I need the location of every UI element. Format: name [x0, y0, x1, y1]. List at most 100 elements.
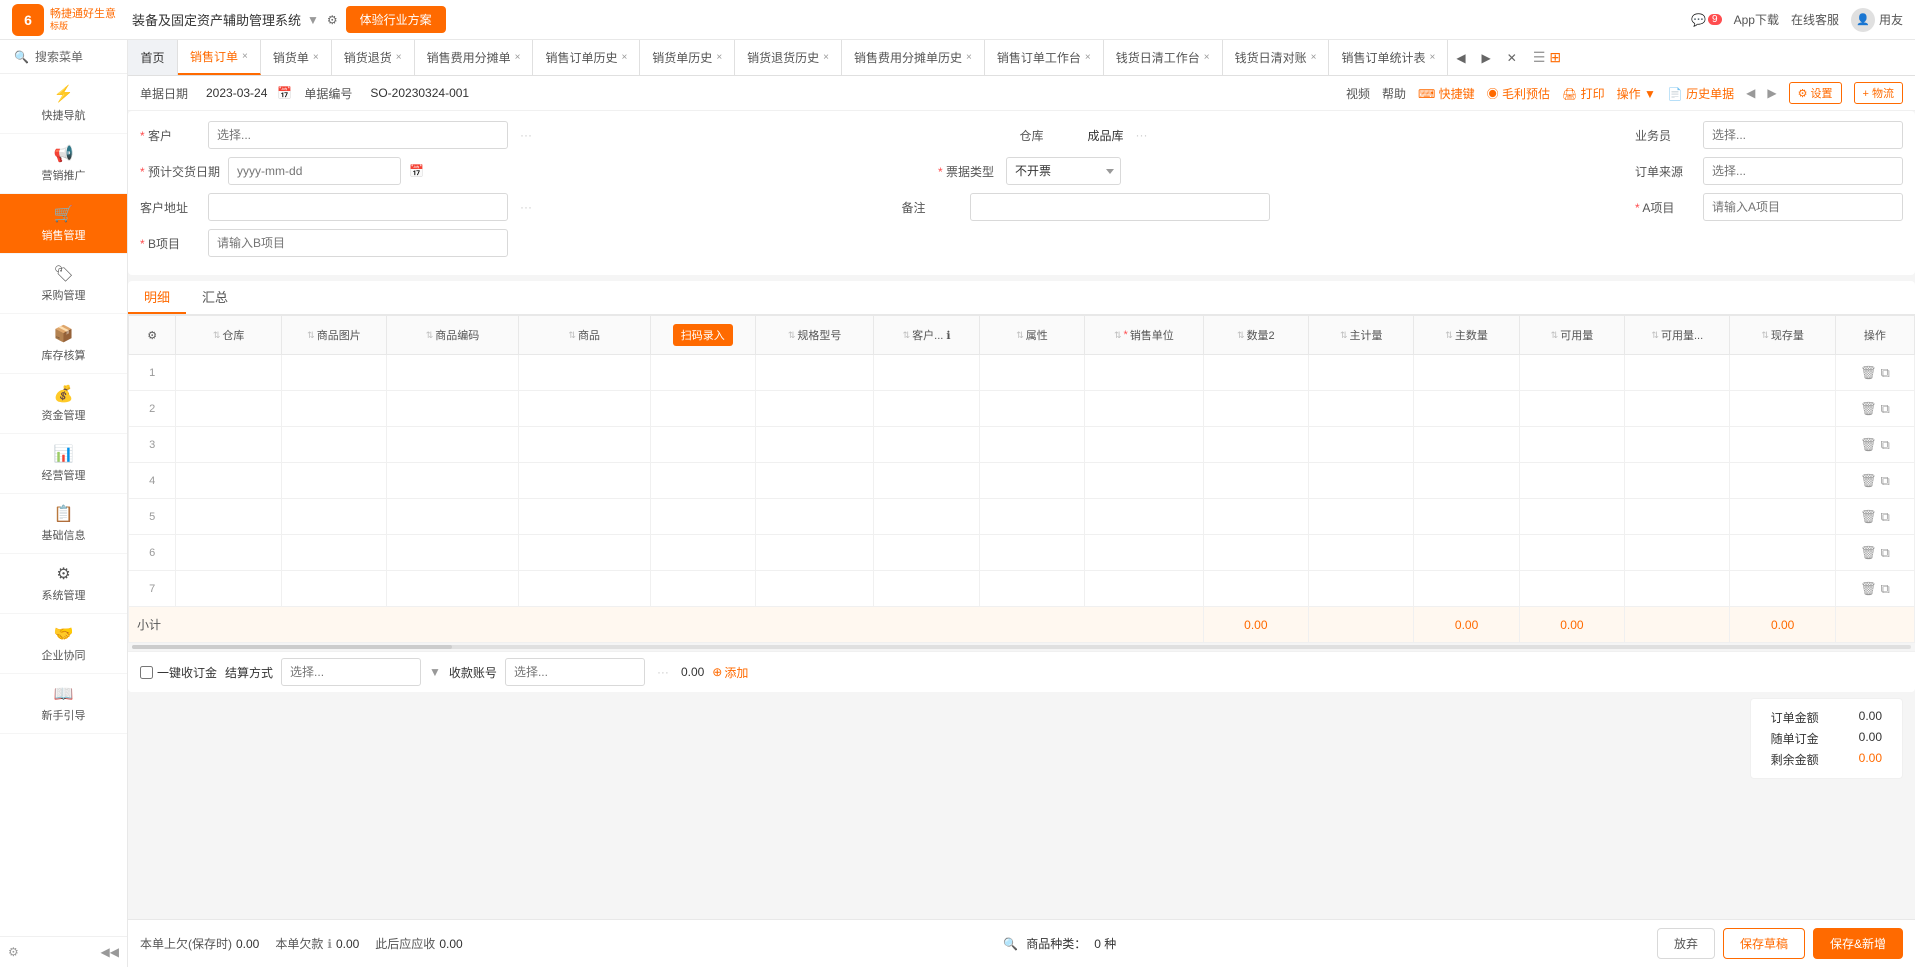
tab-daily-workbench[interactable]: 钱货日清工作台 ×: [1104, 40, 1223, 75]
address-dots[interactable]: ···: [520, 200, 532, 214]
row-delete-icon[interactable]: 🗑: [1860, 509, 1877, 525]
row-copy-icon[interactable]: ⧉: [1881, 581, 1890, 597]
table-scrollbar[interactable]: [128, 643, 1915, 651]
row-copy-icon[interactable]: ⧉: [1881, 545, 1890, 561]
save-new-button[interactable]: 保存&新增: [1813, 928, 1903, 959]
row-delete-icon[interactable]: 🗑: [1860, 365, 1877, 381]
help-btn[interactable]: 帮助: [1382, 85, 1406, 102]
project-b-input[interactable]: [208, 229, 508, 257]
warehouse-dots[interactable]: ···: [1136, 128, 1148, 142]
date-picker-icon[interactable]: 📅: [277, 86, 292, 100]
row-copy-icon[interactable]: ⧉: [1881, 473, 1890, 489]
sidebar-collapse-icon[interactable]: ◀◀: [101, 945, 119, 959]
row-copy-icon[interactable]: ⧉: [1881, 437, 1890, 453]
scan-input-button[interactable]: 扫码录入: [673, 324, 733, 346]
settings-side-btn[interactable]: ⚙ 设置: [1789, 82, 1842, 104]
col-header-spec[interactable]: ⇅规格型号: [755, 316, 874, 355]
row-copy-icon[interactable]: ⧉: [1881, 401, 1890, 417]
tab-close-daily-reconcile[interactable]: ×: [1311, 52, 1317, 63]
history-btn[interactable]: 📄 历史单据: [1668, 85, 1734, 102]
delivery-date-icon[interactable]: 📅: [409, 164, 424, 178]
tab-sales-return[interactable]: 销货退货 ×: [332, 40, 415, 75]
col-header-customer-info[interactable]: ⇅客户... ℹ: [874, 316, 979, 355]
customer-dots[interactable]: ···: [520, 128, 532, 142]
project-a-input[interactable]: [1703, 193, 1903, 221]
tab-pill-summary[interactable]: 汇总: [186, 281, 244, 314]
row-copy-icon[interactable]: ⧉: [1881, 365, 1890, 381]
delivery-date-input[interactable]: [228, 157, 401, 185]
sidebar-item-corp-collab[interactable]: 🤝 企业协同: [0, 614, 127, 674]
customer-input[interactable]: [208, 121, 508, 149]
tab-prev-btn[interactable]: ◀: [1448, 40, 1473, 75]
sidebar-item-ops[interactable]: 📊 经营管理: [0, 434, 127, 494]
online-support-link[interactable]: 在线客服: [1791, 11, 1839, 28]
col-header-available2[interactable]: ⇅可用量...: [1625, 316, 1730, 355]
message-icon[interactable]: 💬 9: [1691, 13, 1722, 27]
tab-home[interactable]: 首页: [128, 40, 178, 75]
tab-close-daily-workbench[interactable]: ×: [1204, 52, 1210, 63]
row-delete-icon[interactable]: 🗑: [1860, 437, 1877, 453]
row-delete-icon[interactable]: 🗑: [1860, 581, 1877, 597]
payment-account-input[interactable]: [505, 658, 645, 686]
col-header-available[interactable]: ⇅可用量: [1519, 316, 1624, 355]
tab-close-invoice-history[interactable]: ×: [716, 52, 722, 63]
tab-invoice-history[interactable]: 销货单历史 ×: [640, 40, 735, 75]
payment-method-dropdown[interactable]: ▼: [429, 665, 441, 679]
tab-close-sales-return[interactable]: ×: [396, 52, 402, 63]
remark-input[interactable]: [970, 193, 1270, 221]
tab-list-view-btn[interactable]: ☰: [1533, 49, 1546, 66]
settings-icon[interactable]: ⚙: [327, 13, 338, 27]
view-btn[interactable]: 视频: [1346, 85, 1370, 102]
tab-close-sales-order[interactable]: ×: [242, 51, 248, 62]
col-header-main-qty[interactable]: ⇅主数量: [1414, 316, 1519, 355]
sidebar-search[interactable]: 🔍 搜索菜单: [0, 40, 127, 74]
payment-add-btn[interactable]: ⊕ 添加: [712, 664, 748, 681]
add-material-btn[interactable]: + 物流: [1854, 82, 1903, 104]
tab-grid-view-btn[interactable]: ⊞: [1549, 49, 1561, 66]
invoice-type-select[interactable]: 不开票 增值税普通发票 增值税专用发票: [1006, 157, 1121, 185]
payment-method-input[interactable]: [281, 658, 421, 686]
industry-plan-button[interactable]: 体验行业方案: [346, 6, 446, 33]
info-icon[interactable]: ℹ: [327, 937, 332, 951]
col-header-product-code[interactable]: ⇅商品编码: [387, 316, 519, 355]
col-header-main-unit[interactable]: ⇅主计量: [1309, 316, 1414, 355]
tab-sales-order[interactable]: 销售订单 ×: [178, 40, 261, 75]
save-draft-button[interactable]: 保存草稿: [1723, 928, 1805, 959]
tab-close-stats[interactable]: ×: [1429, 52, 1435, 63]
sidebar-item-basic-info[interactable]: 📋 基础信息: [0, 494, 127, 554]
tab-expense-history[interactable]: 销售费用分摊单历史 ×: [842, 40, 985, 75]
sidebar-item-quick-nav[interactable]: ⚡ 快捷导航: [0, 74, 127, 134]
quick-deposit-checkbox[interactable]: 一键收订金: [140, 664, 217, 681]
col-header-stock[interactable]: ⇅现存量: [1730, 316, 1835, 355]
tab-close-sales-invoice[interactable]: ×: [313, 52, 319, 63]
profit-forecast-btn[interactable]: ◉ 毛利预估: [1487, 85, 1550, 102]
tab-pill-detail[interactable]: 明细: [128, 281, 186, 314]
tab-more-btn[interactable]: ✕: [1499, 40, 1525, 75]
sidebar-item-purchase[interactable]: 🏷 采购管理: [0, 254, 127, 314]
tab-close-expense-split[interactable]: ×: [515, 52, 521, 63]
col-header-sales-unit[interactable]: ⇅*销售单位: [1085, 316, 1204, 355]
sidebar-settings-icon[interactable]: ⚙: [8, 945, 19, 959]
salesperson-input[interactable]: [1703, 121, 1903, 149]
tab-sales-invoice[interactable]: 销货单 ×: [261, 40, 332, 75]
tab-close-order-history[interactable]: ×: [621, 52, 627, 63]
dropdown-arrow-icon[interactable]: ▼: [307, 13, 319, 27]
sidebar-item-inventory[interactable]: 📦 库存核算: [0, 314, 127, 374]
col-header-warehouse[interactable]: ⇅仓库: [176, 316, 281, 355]
sidebar-item-new-guide[interactable]: 📖 新手引导: [0, 674, 127, 734]
tab-stats[interactable]: 销售订单统计表 ×: [1329, 40, 1448, 75]
tab-close-return-history[interactable]: ×: [823, 52, 829, 63]
row-delete-icon[interactable]: 🗑: [1860, 401, 1877, 417]
app-download-link[interactable]: App下载: [1734, 11, 1779, 28]
discard-button[interactable]: 放弃: [1657, 928, 1715, 959]
row-delete-icon[interactable]: 🗑: [1860, 473, 1877, 489]
nav-next-btn[interactable]: ▶: [1767, 86, 1776, 100]
tab-return-history[interactable]: 销货退货历史 ×: [735, 40, 842, 75]
col-header-settings[interactable]: ⚙: [129, 316, 176, 355]
operations-btn[interactable]: 操作 ▼: [1617, 85, 1656, 102]
row-delete-icon[interactable]: 🗑: [1860, 545, 1877, 561]
tab-sales-expense-split[interactable]: 销售费用分摊单 ×: [415, 40, 534, 75]
tab-next-btn[interactable]: ▶: [1474, 40, 1499, 75]
sidebar-item-marketing[interactable]: 📢 营销推广: [0, 134, 127, 194]
col-header-product-image[interactable]: ⇅商品图片: [281, 316, 386, 355]
